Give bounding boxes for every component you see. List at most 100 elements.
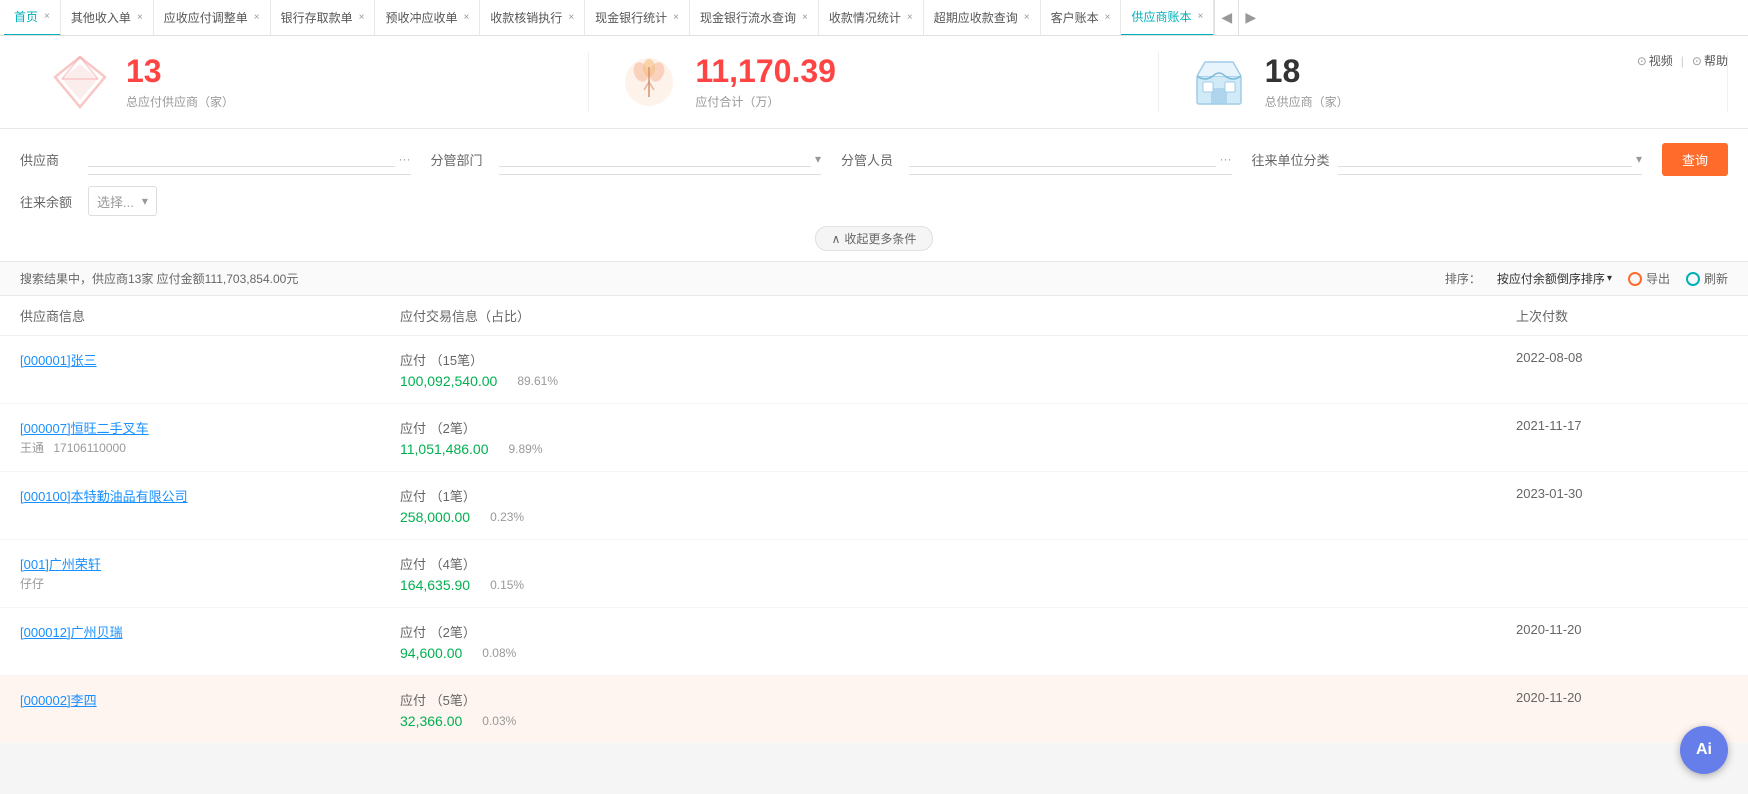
nav-tab-cash-flow[interactable]: 现金银行流水查询 × <box>690 0 819 36</box>
payable-suppliers-info: 13 总应付供应商（家） <box>126 54 234 110</box>
nav-tab-payment-verify-close[interactable]: × <box>568 12 574 23</box>
amount-3[interactable]: 258,000.00 <box>400 509 470 525</box>
nav-tab-supplier-book-close[interactable]: × <box>1197 11 1203 22</box>
amount-6[interactable]: 32,366.00 <box>400 713 462 729</box>
filter-row-1: 供应商 ··· 分管部门 ▾ 分管人员 ··· 往来单位分类 ▾ <box>20 143 1728 176</box>
results-summary-text: 搜索结果中，供应商13家 应付金额111,703,854.00元 <box>20 270 298 287</box>
nav-tab-cash-flow-close[interactable]: × <box>802 12 808 23</box>
department-input[interactable] <box>499 151 811 167</box>
nav-tab-bank-deposit-close[interactable]: × <box>359 12 365 23</box>
sort-select[interactable]: 按应付余额倒序排序 ▾ <box>1497 270 1612 287</box>
pay-label-5: 应付 （2笔） <box>400 622 1516 641</box>
nav-tab-ar-ap-adjust-close[interactable]: × <box>254 12 260 23</box>
supplier-code-1: [000001] <box>20 353 71 368</box>
supplier-cell-5: [000012]广州贝瑞 <box>20 622 400 641</box>
percent-2: 9.89% <box>509 442 543 456</box>
person-filter: 分管人员 ··· <box>841 145 1232 175</box>
ai-badge-button[interactable]: Ai <box>1680 726 1728 774</box>
supplier-link-3[interactable]: [000100]本特勤油品有限公司 <box>20 489 188 504</box>
nav-tab-cash-flow-label: 现金银行流水查询 <box>700 9 796 26</box>
category-filter-select[interactable]: ▾ <box>1338 145 1642 175</box>
pay-label-1: 应付 （15笔） <box>400 350 1516 369</box>
nav-tab-advance-offset[interactable]: 预收冲应收单 × <box>375 0 480 36</box>
supplier-input[interactable] <box>88 151 395 167</box>
nav-tab-overdue-ar-close[interactable]: × <box>1024 12 1030 23</box>
transaction-cell-1: 应付 （15笔） 100,092,540.00 89.61% <box>400 350 1516 389</box>
balance-select[interactable]: 选择... ▾ <box>88 186 157 216</box>
supplier-link-6[interactable]: [000002]李四 <box>20 693 97 708</box>
amount-2[interactable]: 11,051,486.00 <box>400 441 489 457</box>
payable-suppliers-number: 13 <box>126 54 234 89</box>
amount-1[interactable]: 100,092,540.00 <box>400 373 497 389</box>
filter-section: 供应商 ··· 分管部门 ▾ 分管人员 ··· 往来单位分类 ▾ <box>0 129 1748 262</box>
payable-amount-info: 11,170.39 应付合计（万） <box>695 54 836 110</box>
payable-suppliers-label: 总应付供应商（家） <box>126 93 234 110</box>
nav-tab-other-income-close[interactable]: × <box>137 12 143 23</box>
amount-4[interactable]: 164,635.90 <box>400 577 470 593</box>
department-filter-select[interactable]: ▾ <box>499 145 822 175</box>
transaction-cell-2: 应付 （2笔） 11,051,486.00 9.89% <box>400 418 1516 457</box>
shop-icon <box>1189 52 1249 112</box>
lastpay-cell-3: 2023-01-30 <box>1516 486 1716 501</box>
percent-6: 0.03% <box>482 714 516 728</box>
nav-tab-cash-bank-stat-close[interactable]: × <box>673 12 679 23</box>
nav-tab-advance-offset-close[interactable]: × <box>463 12 469 23</box>
nav-tab-customer-book-close[interactable]: × <box>1105 12 1111 23</box>
lastpay-cell-5: 2020-11-20 <box>1516 622 1716 637</box>
nav-next-arrow[interactable]: ▶ <box>1238 0 1262 36</box>
nav-tab-home[interactable]: 首页 × <box>4 0 61 36</box>
refresh-button[interactable]: 刷新 <box>1686 270 1728 287</box>
supplier-link-1[interactable]: [000001]张三 <box>20 353 97 368</box>
collapse-button[interactable]: ∧ 收起更多条件 <box>815 226 934 251</box>
lastpay-date-1: 2022-08-08 <box>1516 350 1583 365</box>
nav-prev-arrow[interactable]: ◀ <box>1214 0 1238 36</box>
nav-tab-home-close[interactable]: × <box>44 11 50 22</box>
export-button[interactable]: 导出 <box>1628 270 1670 287</box>
supplier-cell-2: [000007]恒旺二手叉车 王通 17106110000 <box>20 418 400 456</box>
supplier-name-2: 恒旺二手叉车 <box>71 421 149 436</box>
percent-4: 0.15% <box>490 578 524 592</box>
nav-tab-overdue-ar[interactable]: 超期应收款查询 × <box>924 0 1041 36</box>
lastpay-date-6: 2020-11-20 <box>1516 690 1582 705</box>
category-filter-label: 往来单位分类 <box>1252 150 1330 169</box>
nav-tab-payment-stat-close[interactable]: × <box>907 12 913 23</box>
supplier-link-2[interactable]: [000007]恒旺二手叉车 <box>20 421 149 436</box>
person-filter-label: 分管人员 <box>841 150 901 169</box>
filter-row-2: 往来余额 选择... ▾ <box>20 186 1728 216</box>
department-filter: 分管部门 ▾ <box>431 145 822 175</box>
nav-tab-ar-ap-adjust[interactable]: 应收应付调整单 × <box>154 0 271 36</box>
video-link[interactable]: 视频 <box>1649 52 1673 69</box>
nav-tab-customer-book-label: 客户账本 <box>1051 9 1099 26</box>
nav-tab-other-income[interactable]: 其他收入单 × <box>61 0 154 36</box>
person-filter-select[interactable]: ··· <box>909 145 1232 175</box>
supplier-cell-4: [001]广州荣轩 仔仔 <box>20 554 400 592</box>
nav-tab-cash-bank-stat[interactable]: 现金银行统计 × <box>585 0 690 36</box>
nav-tab-supplier-book[interactable]: 供应商账本 × <box>1121 0 1214 36</box>
search-button[interactable]: 查询 <box>1662 143 1728 176</box>
supplier-filter: 供应商 ··· <box>20 145 411 175</box>
col-header-scroll <box>1716 306 1728 325</box>
supplier-link-5[interactable]: [000012]广州贝瑞 <box>20 625 123 640</box>
data-table: 供应商信息 应付交易信息（占比） 上次付数 [000001]张三 应付 （15笔… <box>0 296 1748 744</box>
nav-tab-bank-deposit[interactable]: 银行存取款单 × <box>271 0 376 36</box>
summary-section: 13 总应付供应商（家） 11,170.39 应付合计（万） <box>0 36 1748 129</box>
transaction-cell-5: 应付 （2笔） 94,600.00 0.08% <box>400 622 1516 661</box>
table-header: 供应商信息 应付交易信息（占比） 上次付数 <box>0 296 1748 336</box>
person-input[interactable] <box>909 151 1216 167</box>
nav-tab-payment-stat[interactable]: 收款情况统计 × <box>819 0 924 36</box>
amount-5[interactable]: 94,600.00 <box>400 645 462 661</box>
payable-amount-number: 11,170.39 <box>695 54 836 89</box>
supplier-cell-3: [000100]本特勤油品有限公司 <box>20 486 400 505</box>
category-input[interactable] <box>1338 151 1632 167</box>
collapse-row: ∧ 收起更多条件 <box>20 226 1728 251</box>
export-label: 导出 <box>1646 270 1670 287</box>
total-suppliers-number: 18 <box>1265 54 1349 89</box>
supplier-filter-select[interactable]: ··· <box>88 145 411 175</box>
diamond-icon <box>50 52 110 112</box>
col-header-transaction: 应付交易信息（占比） <box>400 306 1516 325</box>
nav-tab-customer-book[interactable]: 客户账本 × <box>1041 0 1122 36</box>
supplier-link-4[interactable]: [001]广州荣轩 <box>20 557 101 572</box>
nav-tab-payment-verify[interactable]: 收款核销执行 × <box>480 0 585 36</box>
percent-5: 0.08% <box>482 646 516 660</box>
help-link[interactable]: 帮助 <box>1704 52 1728 69</box>
